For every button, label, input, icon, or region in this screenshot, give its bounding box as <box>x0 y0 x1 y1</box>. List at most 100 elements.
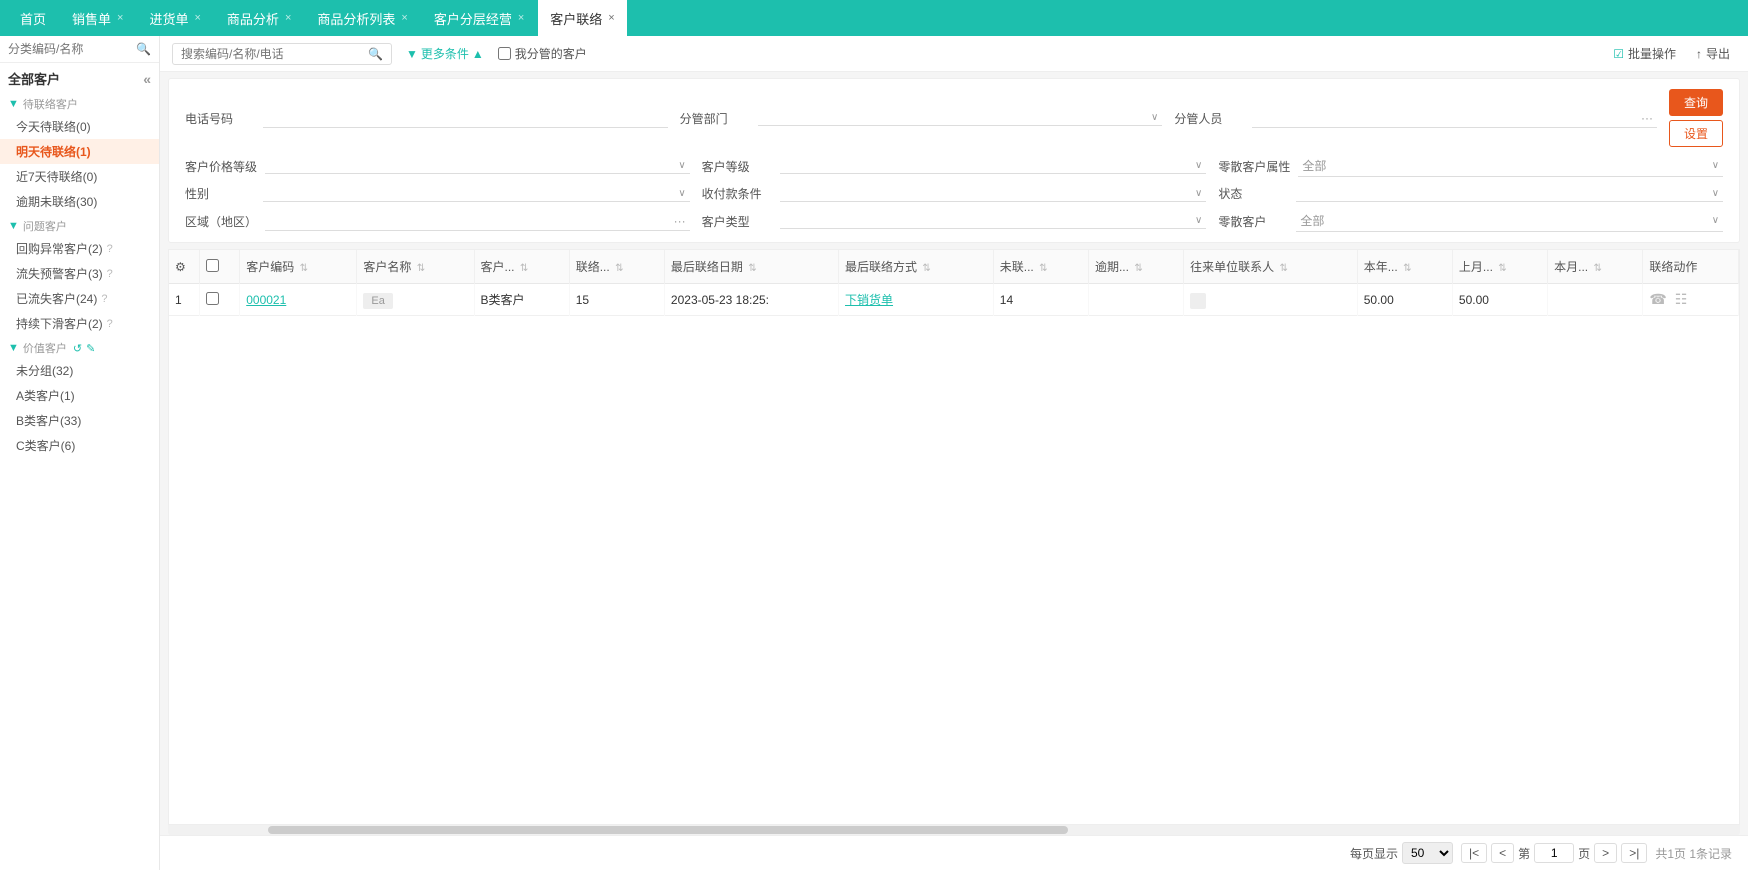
gender-label: 性别 <box>185 185 255 202</box>
filter-payment: 收付款条件 ∨ <box>702 185 1207 202</box>
sidebar-item-aclass[interactable]: A类客户(1) <box>0 383 159 408</box>
sidebar-item-ungrouped[interactable]: 未分组(32) <box>0 358 159 383</box>
sidebar-item-repurchase[interactable]: 回购异常客户(2) ? <box>0 236 159 261</box>
person-input[interactable]: ··· <box>1252 109 1657 128</box>
sidebar-item-lost[interactable]: 已流失客户(24) ? <box>0 286 159 311</box>
close-icon[interactable]: × <box>194 12 200 24</box>
help-icon[interactable]: ? <box>101 293 107 305</box>
sort-icon: ⇅ <box>520 263 528 274</box>
retail-attr-select[interactable]: 全部 ∨ <box>1298 155 1723 177</box>
status-select[interactable]: ∨ <box>1296 186 1723 202</box>
col-last-date[interactable]: 最后联络日期 ⇅ <box>664 250 838 284</box>
settings-btn[interactable]: 设置 <box>1669 120 1723 147</box>
refresh-icon[interactable]: ↺ <box>73 342 82 355</box>
grid-icon[interactable]: ☷ <box>1675 291 1688 308</box>
help-icon[interactable]: ? <box>107 243 113 255</box>
footer: 每页显示 50 100 200 |< < 第 页 > >| 共1页 1条记录 <box>160 835 1748 870</box>
filter-btn[interactable]: ▼ 更多条件 ▲ <box>400 42 490 65</box>
nav-purchase[interactable]: 进货单 × <box>137 0 212 36</box>
search-icon[interactable]: 🔍 <box>368 47 383 61</box>
nav-sales[interactable]: 销售单 × <box>60 0 135 36</box>
action-icons: ☎ ☷ <box>1649 291 1732 308</box>
data-table: ⚙ 客户编码 ⇅ 客户名称 ⇅ <box>168 249 1740 825</box>
per-page-dropdown[interactable]: 50 100 200 <box>1402 842 1453 864</box>
col-last-method[interactable]: 最后联络方式 ⇅ <box>839 250 994 284</box>
value-group-label: 价值客户 <box>23 340 67 356</box>
col-this-month[interactable]: 本月... ⇅ <box>1548 250 1643 284</box>
payment-select[interactable]: ∨ <box>780 186 1207 202</box>
last-page-btn[interactable]: >| <box>1621 843 1647 863</box>
search-input[interactable] <box>181 47 364 61</box>
col-this-year[interactable]: 本年... ⇅ <box>1357 250 1452 284</box>
col-uncontacted[interactable]: 未联... ⇅ <box>993 250 1088 284</box>
close-icon[interactable]: × <box>518 12 524 24</box>
sidebar-item-week[interactable]: 近7天待联络(0) <box>0 164 159 189</box>
filter-area: 区域（地区） ··· <box>185 212 690 231</box>
dept-select[interactable]: ∨ <box>758 110 1163 126</box>
close-icon[interactable]: × <box>608 12 614 24</box>
my-customers-checkbox[interactable] <box>498 47 511 60</box>
nav-product-list[interactable]: 商品分析列表 × <box>305 0 419 36</box>
sidebar-item-bclass[interactable]: B类客户(33) <box>0 408 159 433</box>
help-icon[interactable]: ? <box>107 318 113 330</box>
ungrouped-label: 未分组(32) <box>16 362 73 379</box>
batch-btn[interactable]: ☑ 批量操作 <box>1607 42 1682 65</box>
close-icon[interactable]: × <box>401 12 407 24</box>
area-label: 区域（地区） <box>185 213 257 230</box>
nav-customer-contact[interactable]: 客户联络 × <box>538 0 626 36</box>
customer-level-select[interactable]: ∨ <box>780 158 1207 174</box>
contact-person-masked <box>1190 293 1206 309</box>
col-contact-count[interactable]: 联络... ⇅ <box>569 250 664 284</box>
area-input[interactable]: ··· <box>265 212 690 231</box>
sidebar-item-declining[interactable]: 持续下滑客户(2) ? <box>0 311 159 336</box>
sidebar-item-tomorrow[interactable]: 明天待联络(1) <box>0 139 159 164</box>
last-method-link[interactable]: 下销货单 <box>845 293 893 307</box>
retail-attr-label: 零散客户属性 <box>1218 158 1290 175</box>
phone-input[interactable] <box>263 109 668 128</box>
edit-icon[interactable]: ✎ <box>86 342 95 355</box>
nav-home[interactable]: 首页 <box>8 0 58 36</box>
cell-this-month <box>1548 284 1643 316</box>
close-icon[interactable]: × <box>117 12 123 24</box>
sidebar: 🔍 全部客户 « ▼ 待联络客户 今天待联络(0) 明天待联络(1) 近7天待联… <box>0 36 160 870</box>
sidebar-item-cclass[interactable]: C类客户(6) <box>0 433 159 458</box>
collapse-icon[interactable]: « <box>143 71 151 87</box>
problem-group-label: 问题客户 <box>23 218 67 234</box>
filter-icon: ▼ <box>406 47 418 61</box>
customer-type-select[interactable]: ∨ <box>780 213 1207 229</box>
gear-icon[interactable]: ⚙ <box>175 260 186 274</box>
prev-page-btn[interactable]: < <box>1491 843 1514 863</box>
h-scrollbar-thumb[interactable] <box>268 826 1068 834</box>
col-name[interactable]: 客户名称 ⇅ <box>357 250 474 284</box>
next-page-btn[interactable]: > <box>1594 843 1617 863</box>
col-type[interactable]: 客户... ⇅ <box>474 250 569 284</box>
price-level-select[interactable]: ∨ <box>265 158 690 174</box>
export-btn[interactable]: ↑ 导出 <box>1690 42 1736 65</box>
row-checkbox[interactable] <box>206 292 219 305</box>
close-icon[interactable]: × <box>285 12 291 24</box>
sidebar-item-overdue[interactable]: 逾期未联络(30) <box>0 189 159 214</box>
my-customers-checkbox-label[interactable]: 我分管的客户 <box>498 45 587 62</box>
query-btn[interactable]: 查询 <box>1669 89 1723 116</box>
filter-person: 分管人员 ··· <box>1174 109 1657 128</box>
retail-customer-select[interactable]: 全部 ∨ <box>1296 210 1723 232</box>
select-all-checkbox[interactable] <box>206 259 219 272</box>
search-icon[interactable]: 🔍 <box>136 42 151 56</box>
sidebar-search-input[interactable] <box>8 42 132 56</box>
gender-select[interactable]: ∨ <box>263 186 690 202</box>
h-scrollbar[interactable] <box>168 825 1740 835</box>
help-icon[interactable]: ? <box>107 268 113 280</box>
first-page-btn[interactable]: |< <box>1461 843 1487 863</box>
col-code[interactable]: 客户编码 ⇅ <box>240 250 357 284</box>
customer-code-link[interactable]: 000021 <box>246 293 286 307</box>
phone-icon[interactable]: ☎ <box>1649 291 1666 308</box>
nav-customer-tier[interactable]: 客户分层经营 × <box>422 0 536 36</box>
col-last-month[interactable]: 上月... ⇅ <box>1452 250 1547 284</box>
col-overdue[interactable]: 逾期... ⇅ <box>1088 250 1183 284</box>
page-input[interactable] <box>1534 843 1574 863</box>
col-contact-person[interactable]: 往来单位联系人 ⇅ <box>1184 250 1358 284</box>
sort-icon: ⇅ <box>1039 263 1047 274</box>
sidebar-item-today[interactable]: 今天待联络(0) <box>0 114 159 139</box>
sidebar-item-lostwarning[interactable]: 流失预警客户(3) ? <box>0 261 159 286</box>
nav-product-analysis[interactable]: 商品分析 × <box>215 0 303 36</box>
